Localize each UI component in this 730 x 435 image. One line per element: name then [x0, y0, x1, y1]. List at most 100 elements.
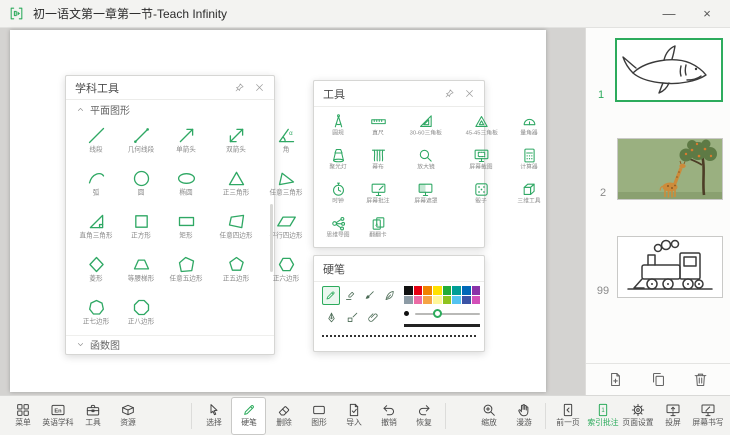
- new-page-button[interactable]: [603, 367, 629, 393]
- pencil[interactable]: [322, 286, 340, 305]
- highlighter[interactable]: [342, 286, 360, 305]
- tool-item[interactable]: 聚光灯: [318, 144, 358, 178]
- shape-item[interactable]: 正三角形: [211, 163, 261, 206]
- toolbar-button[interactable]: 页面设置: [620, 397, 655, 435]
- tool-item[interactable]: 直尺: [358, 110, 398, 144]
- toolbar-button[interactable]: 撤销: [371, 397, 406, 435]
- line-style-solid[interactable]: [404, 324, 480, 327]
- color-swatch[interactable]: [414, 296, 423, 305]
- toolbar-button[interactable]: 漫游: [506, 397, 541, 435]
- section-function-graphs[interactable]: 函数图: [66, 335, 274, 354]
- color-swatch[interactable]: [462, 286, 471, 295]
- shape-item[interactable]: 任意三角形: [261, 163, 311, 206]
- slider-knob[interactable]: [433, 309, 442, 318]
- toolbar-button[interactable]: 投屏: [655, 397, 690, 435]
- shape-item[interactable]: 弧: [71, 163, 121, 206]
- tool-item[interactable]: 思维导图: [318, 212, 358, 246]
- shape-item[interactable]: 正六边形: [261, 249, 311, 292]
- close-button[interactable]: ×: [692, 1, 722, 27]
- shape-item[interactable]: 平行四边形: [261, 206, 311, 249]
- toolbar-button[interactable]: 资源: [110, 397, 145, 435]
- shape-item[interactable]: 直角三角形: [71, 206, 121, 249]
- toolbar-button[interactable]: 恢复: [406, 397, 441, 435]
- color-swatch[interactable]: [472, 296, 481, 305]
- shape-item[interactable]: 圆: [121, 163, 161, 206]
- toolbar-button[interactable]: 缩放: [471, 397, 506, 435]
- pen-panel-header[interactable]: 硬笔: [314, 256, 484, 282]
- tool-item[interactable]: 幕布: [358, 144, 398, 178]
- brush[interactable]: [361, 286, 379, 305]
- shape-item[interactable]: 椭圆: [161, 163, 211, 206]
- shape-item[interactable]: 矩形: [161, 206, 211, 249]
- tool-item[interactable]: 屏幕截图: [454, 144, 510, 178]
- toolbar-button[interactable]: 菜单: [5, 397, 40, 435]
- fountain-pen[interactable]: [322, 308, 341, 327]
- pen-size-slider[interactable]: [415, 313, 480, 315]
- pin-icon[interactable]: [444, 88, 455, 99]
- tool-item[interactable]: 45-45三角板: [454, 110, 510, 144]
- tool-item[interactable]: 三维工具: [509, 178, 549, 212]
- pin-icon[interactable]: [234, 82, 245, 93]
- color-swatch[interactable]: [404, 286, 413, 295]
- color-swatch[interactable]: [433, 296, 442, 305]
- toolbar-button[interactable]: 选择: [196, 397, 231, 435]
- shape-item[interactable]: 正方形: [121, 206, 161, 249]
- shape-item[interactable]: 任意五边形: [161, 249, 211, 292]
- copy-page-button[interactable]: [645, 367, 671, 393]
- color-swatch[interactable]: [423, 286, 432, 295]
- tools-panel-header[interactable]: 工具: [314, 81, 484, 107]
- color-swatch[interactable]: [423, 296, 432, 305]
- shape-item[interactable]: 角: [261, 120, 311, 163]
- toolbar-button[interactable]: 工具: [75, 397, 110, 435]
- tool-item[interactable]: 30-60三角板: [398, 110, 454, 144]
- shape-item[interactable]: 菱形: [71, 249, 121, 292]
- slide-thumbnail[interactable]: [617, 236, 723, 298]
- tool-item[interactable]: 圆规: [318, 110, 358, 144]
- shape-item[interactable]: 任意四边形: [211, 206, 261, 249]
- toolbar-button[interactable]: 导入: [336, 397, 371, 435]
- texture-pen[interactable]: [364, 308, 383, 327]
- color-swatch[interactable]: [443, 286, 452, 295]
- toolbar-button[interactable]: 屏幕书写: [690, 397, 725, 435]
- tool-item[interactable]: 放大镜: [398, 144, 454, 178]
- tool-item[interactable]: 骰子: [454, 178, 510, 212]
- section-plane-shapes[interactable]: 平面图形: [66, 100, 274, 118]
- toolbar-button[interactable]: 前一页: [550, 397, 585, 435]
- slide-thumbnail[interactable]: [617, 138, 723, 200]
- color-swatch[interactable]: [462, 296, 471, 305]
- slide-thumbnail[interactable]: [615, 38, 723, 102]
- shape-item[interactable]: 正七边形: [71, 292, 121, 335]
- toolbar-button[interactable]: 删除: [266, 397, 301, 435]
- tool-item[interactable]: 计算器: [509, 144, 549, 178]
- tool-item[interactable]: 屏幕遮罩: [398, 178, 454, 212]
- shape-pen[interactable]: [343, 308, 362, 327]
- color-swatch[interactable]: [452, 286, 461, 295]
- quill-pen[interactable]: [381, 286, 399, 305]
- color-swatch[interactable]: [414, 286, 423, 295]
- toolbar-button[interactable]: 英语学科: [40, 397, 75, 435]
- tool-item[interactable]: 时钟: [318, 178, 358, 212]
- toolbar-button[interactable]: 图形: [301, 397, 336, 435]
- delete-page-button[interactable]: [688, 367, 714, 393]
- tool-item[interactable]: 屏幕批注: [358, 178, 398, 212]
- subject-tools-header[interactable]: 学科工具: [66, 76, 274, 100]
- color-swatch[interactable]: [452, 296, 461, 305]
- shape-item[interactable]: 等腰梯形: [121, 249, 161, 292]
- color-swatch[interactable]: [443, 296, 452, 305]
- tool-item[interactable]: 量角器: [509, 110, 549, 144]
- shape-item[interactable]: 双箭头: [211, 120, 261, 163]
- shape-item[interactable]: 线段: [71, 120, 121, 163]
- toolbar-button[interactable]: 索引批注: [585, 397, 620, 435]
- shape-item[interactable]: 正八边形: [121, 292, 161, 335]
- line-style-dotted[interactable]: [322, 335, 476, 337]
- color-swatch[interactable]: [433, 286, 442, 295]
- shape-item[interactable]: 正五边形: [211, 249, 261, 292]
- color-swatch[interactable]: [472, 286, 481, 295]
- shape-item[interactable]: 单箭头: [161, 120, 211, 163]
- scrollbar-thumb[interactable]: [270, 204, 273, 272]
- close-icon[interactable]: [254, 82, 265, 93]
- close-icon[interactable]: [464, 88, 475, 99]
- tool-item[interactable]: 翻翻卡: [358, 212, 398, 246]
- color-swatch[interactable]: [404, 296, 413, 305]
- minimize-button[interactable]: —: [654, 1, 684, 27]
